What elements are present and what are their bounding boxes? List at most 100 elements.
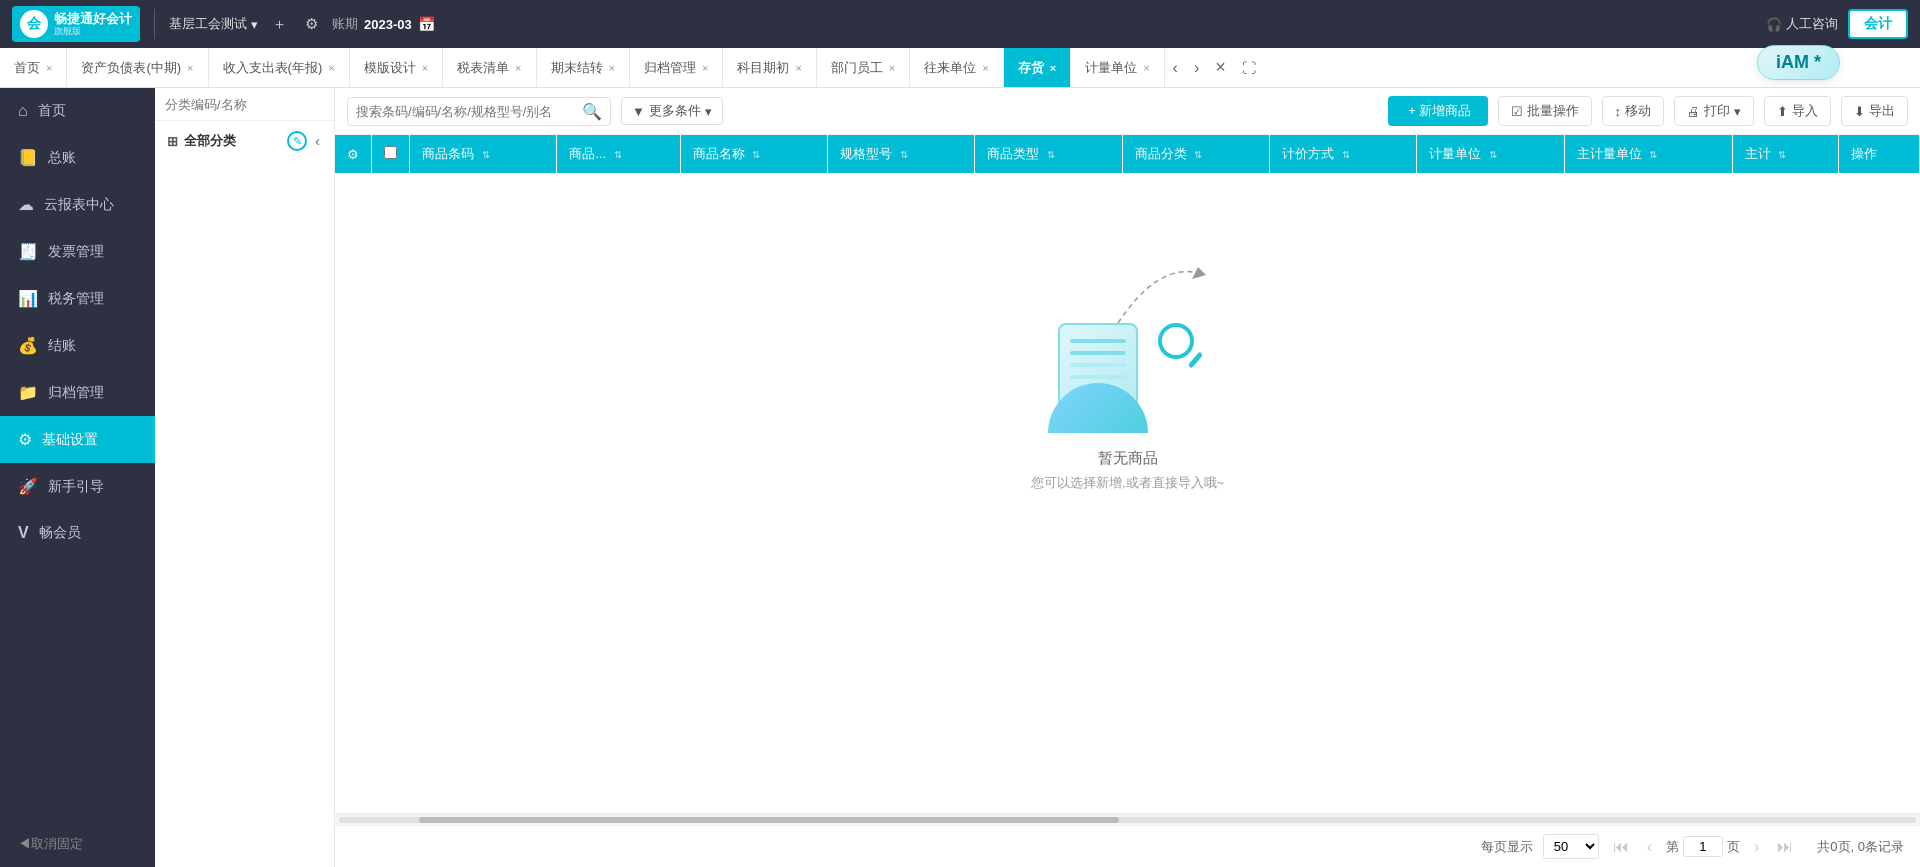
sidebar-item-home[interactable]: ⌂ 首页 [0,88,155,134]
close-period-icon: 💰 [18,336,38,355]
sidebar-item-cloud[interactable]: ☁ 云报表中心 [0,181,155,228]
tab-contacts[interactable]: 往来单位 × [910,48,1003,87]
add-product-button[interactable]: + 新增商品 [1388,96,1487,126]
col-checkbox[interactable] [372,135,410,173]
import-button[interactable]: ⬆ 导入 [1764,96,1831,126]
total-records: 共0页, 0条记录 [1817,838,1904,856]
sidebar-item-close[interactable]: 💰 结账 [0,322,155,369]
grid-icon: ⊞ [167,134,178,149]
col-code[interactable]: 商品... ⇅ [557,135,680,173]
tab-inventory[interactable]: 存货 × [1004,48,1071,87]
tab-prev-button[interactable]: ‹ [1165,48,1186,87]
search-icon[interactable]: 🔍 [582,102,602,121]
sidebar-item-member[interactable]: V 畅会员 [0,510,155,556]
category-edit-button[interactable]: ✎ [287,131,307,151]
tab-unit-close[interactable]: × [1143,62,1149,74]
kuaiji-button[interactable]: 会计 [1848,9,1908,39]
tab-home[interactable]: 首页 × [0,48,67,87]
tab-home-close[interactable]: × [46,62,52,74]
export-button[interactable]: ⬇ 导出 [1841,96,1908,126]
tab-subject-close[interactable]: × [795,62,801,74]
tab-unit-label: 计量单位 [1085,59,1137,77]
per-page-select[interactable]: 50 10 20 100 [1543,834,1599,859]
scroll-thumb[interactable] [419,817,1119,823]
col-operation: 操作 [1838,135,1919,173]
cloud-icon: ☁ [18,195,34,214]
tab-tax-close[interactable]: × [515,62,521,74]
tab-unit[interactable]: 计量单位 × [1071,48,1164,87]
product-search: 🔍 [347,97,611,126]
col-type[interactable]: 商品类型 ⇅ [975,135,1122,173]
tab-tax[interactable]: 税表清单 × [443,48,536,87]
horizontal-scrollbar[interactable] [335,813,1920,825]
unpin-label: ◀取消固定 [18,835,83,853]
tab-contacts-close[interactable]: × [982,62,988,74]
tab-dept[interactable]: 部门员工 × [817,48,910,87]
more-filter-label: 更多条件 [649,102,701,120]
col-price-method[interactable]: 计价方式 ⇅ [1270,135,1417,173]
sort-type-icon: ⇅ [1047,149,1055,160]
col-name[interactable]: 商品名称 ⇅ [680,135,827,173]
sidebar-item-invoice[interactable]: 🧾 发票管理 [0,228,155,275]
tab-dept-close[interactable]: × [889,62,895,74]
tab-income-close[interactable]: × [328,62,334,74]
move-button[interactable]: ↕ 移动 [1602,96,1665,126]
next-page-button[interactable]: › [1750,838,1763,856]
first-page-button[interactable]: ⏮ [1609,838,1633,856]
sidebar-item-guide[interactable]: 🚀 新手引导 [0,463,155,510]
sidebar-unpin-button[interactable]: ◀取消固定 [0,821,155,867]
tab-assets-close[interactable]: × [187,62,193,74]
batch-label: 批量操作 [1527,102,1579,120]
tab-next-button[interactable]: › [1186,48,1207,87]
export-label: 导出 [1869,102,1895,120]
main-layout: ⌂ 首页 📒 总账 ☁ 云报表中心 🧾 发票管理 📊 税务管理 💰 结账 📁 归… [0,88,1920,867]
tab-template-close[interactable]: × [422,62,428,74]
batch-operation-button[interactable]: ☑ 批量操作 [1498,96,1592,126]
tab-assets[interactable]: 资产负债表(中期) × [67,48,208,87]
tab-expand-button[interactable]: ⛶ [1234,48,1264,87]
more-filter-button[interactable]: ▼ 更多条件 ▾ [621,97,723,125]
col-category[interactable]: 商品分类 ⇅ [1122,135,1269,173]
tab-subject-label: 科目期初 [737,59,789,77]
print-button[interactable]: 🖨 打印 ▾ [1674,96,1754,126]
col-main-unit[interactable]: 主计量单位 ⇅ [1564,135,1732,173]
tab-inventory-close[interactable]: × [1050,62,1056,74]
tab-close-all-button[interactable]: × [1207,48,1234,87]
product-search-input[interactable] [356,104,576,119]
sidebar-item-archive[interactable]: 📁 归档管理 [0,369,155,416]
col-settings[interactable]: ⚙ [335,135,372,173]
col-barcode[interactable]: 商品条码 ⇅ [410,135,557,173]
tab-income[interactable]: 收入支出表(年报) × [209,48,350,87]
tab-period-end-close[interactable]: × [609,62,615,74]
add-tab-button[interactable]: ＋ [268,13,291,36]
last-page-button[interactable]: ⏭ [1773,838,1797,856]
all-categories[interactable]: ⊞ 全部分类 ✎ ‹ [155,121,334,161]
service-button[interactable]: 🎧 人工咨询 [1766,15,1838,33]
category-collapse-button[interactable]: ‹ [313,131,322,151]
settings-button[interactable]: ⚙ [301,13,322,35]
tab-template[interactable]: 模版设计 × [350,48,443,87]
tab-archive-close[interactable]: × [702,62,708,74]
page-input[interactable] [1683,836,1723,857]
col-spec[interactable]: 规格型号 ⇅ [827,135,974,173]
col-unit[interactable]: 计量单位 ⇅ [1417,135,1564,173]
category-search-input[interactable] [165,97,333,112]
iam-badge[interactable]: iAM * [1757,45,1840,80]
tab-subject[interactable]: 科目期初 × [723,48,816,87]
tab-archive[interactable]: 归档管理 × [630,48,723,87]
tab-dept-label: 部门员工 [831,59,883,77]
prev-page-button[interactable]: ‹ [1643,838,1656,856]
sidebar-item-guide-label: 新手引导 [48,478,104,496]
col-extra[interactable]: 主计 ⇅ [1732,135,1838,173]
period-selector[interactable]: 账期 2023-03 📅 [332,15,435,33]
sidebar-item-settings[interactable]: ⚙ 基础设置 [0,416,155,463]
table-header-row: ⚙ 商品条码 ⇅ 商品... ⇅ [335,135,1920,173]
tab-period-end[interactable]: 期末结转 × [537,48,630,87]
select-all-checkbox[interactable] [384,146,397,159]
company-selector[interactable]: 基层工会测试 ▾ [169,15,258,33]
archive-icon: 📁 [18,383,38,402]
sidebar-item-close-label: 结账 [48,337,76,355]
sidebar-item-ledger[interactable]: 📒 总账 [0,134,155,181]
app-logo[interactable]: 会 畅捷通好会计 旗舰版 [12,6,140,42]
sidebar-item-tax[interactable]: 📊 税务管理 [0,275,155,322]
